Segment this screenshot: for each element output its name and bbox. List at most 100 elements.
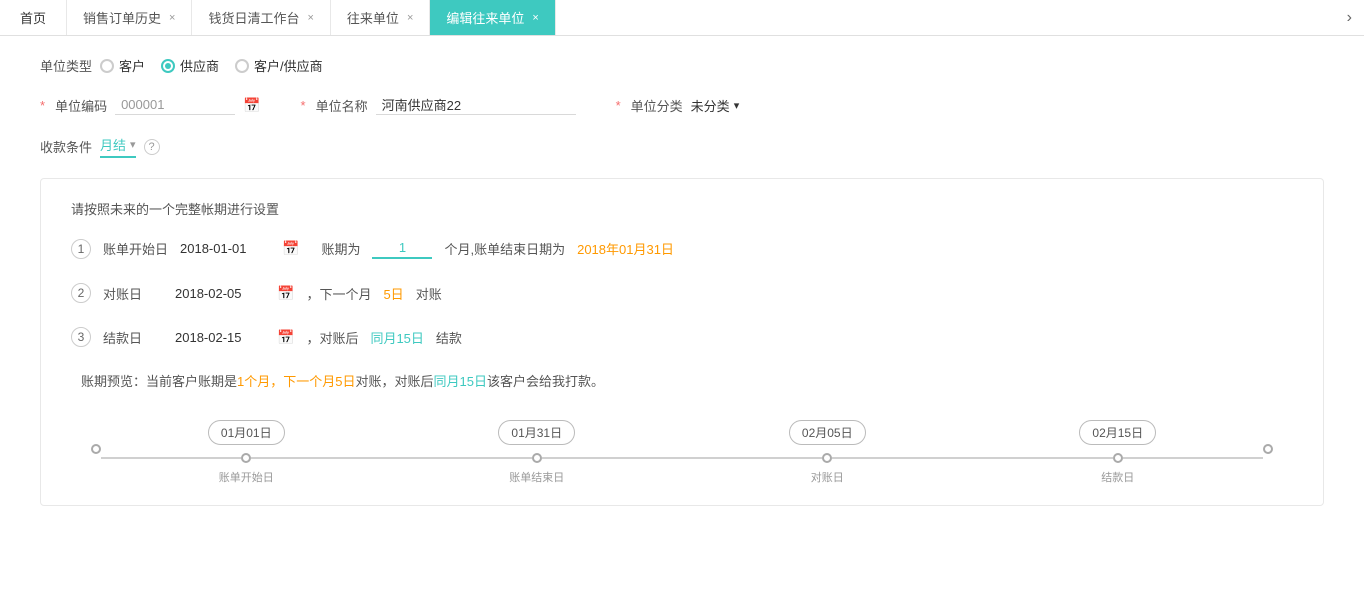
timeline-start-dot [91, 444, 101, 454]
help-icon[interactable]: ? [144, 139, 160, 155]
timeline-node-3: 02月05日 对账日 [682, 420, 973, 485]
tl-line-1 [101, 457, 241, 459]
timeline-node-4: 02月15日 结款日 [973, 420, 1264, 485]
timeline-node-2: 01月31日 账单结束日 [392, 420, 683, 485]
period-reconcile-label: 对账日 [103, 284, 163, 303]
unit-name-input[interactable] [376, 95, 576, 115]
timeline-badge-1: 01月01日 [208, 420, 285, 445]
preview-mid: 对账，对账后 [355, 374, 433, 389]
tl-line-2 [392, 457, 532, 459]
tab-more-button[interactable]: › [1335, 0, 1364, 35]
radio-customer-supplier-circle [235, 59, 249, 73]
tl-line-3 [682, 457, 822, 459]
payment-condition-arrow: ▾ [130, 138, 136, 151]
preview-part2: 下一个月5日 [283, 374, 355, 389]
period-row-num-3: 3 [71, 327, 91, 347]
unit-classify-arrow: ▾ [734, 99, 740, 112]
period-highlight-date: 2018年01月31日 [577, 239, 674, 258]
radio-supplier-circle [161, 59, 175, 73]
unit-type-label: 单位类型 [40, 56, 92, 75]
period-row-num-1: 1 [71, 239, 91, 259]
period-payment-highlight: 同月15日 [370, 328, 423, 347]
tab-partner[interactable]: 往来单位 × [331, 0, 430, 35]
timeline-label-2: 账单结束日 [509, 469, 564, 485]
timeline-label-1: 账单开始日 [219, 469, 274, 485]
period-start-label: 账单开始日 [103, 239, 168, 258]
timeline-badge-4: 02月15日 [1079, 420, 1156, 445]
tab-cash-work-close[interactable]: × [307, 12, 313, 24]
tab-sales-history-label: 销售订单历史 [83, 8, 161, 27]
tab-sales-history-close[interactable]: × [169, 12, 175, 24]
unit-name-required: * [301, 98, 306, 113]
tl-line-2b [542, 457, 682, 459]
period-start-calendar-icon[interactable]: 📅 [282, 240, 299, 257]
radio-customer-label: 客户 [119, 56, 145, 75]
period-title: 请按照未来的一个完整帐期进行设置 [71, 199, 1293, 218]
period-payment-calendar-icon[interactable]: 📅 [277, 329, 294, 346]
payment-condition-group: 收款条件 月结 ▾ ? [40, 135, 160, 158]
timeline-badge-2: 01月31日 [498, 420, 575, 445]
period-suffix: 个月,账单结束日期为 [444, 239, 565, 258]
radio-group: 客户 供应商 客户/供应商 [100, 56, 323, 75]
unit-classify-value: 未分类 [691, 96, 730, 115]
payment-condition-row: 收款条件 月结 ▾ ? [40, 135, 1324, 158]
radio-supplier[interactable]: 供应商 [161, 56, 219, 75]
tab-home[interactable]: 首页 [0, 0, 67, 35]
radio-customer-supplier-label: 客户/供应商 [254, 56, 323, 75]
tl-line-4b [1123, 457, 1263, 459]
timeline-segments: 01月01日 账单开始日 01月31日 [101, 420, 1263, 485]
payment-condition-label: 收款条件 [40, 137, 92, 156]
period-row-1: 1 账单开始日 2018-01-01 📅 账期为 个月,账单结束日期为 2018… [71, 238, 1293, 259]
period-payment-date: 2018-02-15 [175, 330, 265, 345]
tab-partner-label: 往来单位 [347, 8, 399, 27]
tab-edit-partner[interactable]: 编辑往来单位 × [430, 0, 555, 35]
tab-bar: 首页 销售订单历史 × 钱货日清工作台 × 往来单位 × 编辑往来单位 × › [0, 0, 1364, 36]
radio-customer[interactable]: 客户 [100, 56, 145, 75]
period-prefix: 账期为 [321, 239, 360, 258]
main-content: 单位类型 客户 供应商 客户/供应商 * 单位编码 [0, 36, 1364, 608]
unit-type-row: 单位类型 客户 供应商 客户/供应商 [40, 56, 1324, 75]
period-months-input[interactable] [372, 238, 432, 259]
period-payment-label: 结款日 [103, 328, 163, 347]
timeline-label-4: 结款日 [1101, 469, 1134, 485]
unit-code-calendar-icon[interactable]: 📅 [243, 97, 260, 114]
tab-partner-close[interactable]: × [407, 12, 413, 24]
period-payment-suffix: 结款 [436, 328, 462, 347]
timeline-dot-3 [822, 453, 832, 463]
unit-classify-dropdown[interactable]: 未分类 ▾ [691, 96, 740, 115]
timeline-dot-4 [1113, 453, 1123, 463]
tab-home-label: 首页 [20, 8, 46, 27]
preview-text: 账期预览：当前客户账期是1个月，下一个月5日对账，对账后同月15日该客户会给我打… [71, 371, 1293, 390]
radio-supplier-label: 供应商 [180, 56, 219, 75]
payment-condition-value: 月结 [100, 135, 126, 154]
unit-code-label: 单位编码 [55, 96, 107, 115]
unit-code-input[interactable] [115, 95, 235, 115]
timeline-wrapper: 01月01日 账单开始日 01月31日 [71, 420, 1293, 485]
unit-name-group: * 单位名称 [301, 95, 576, 115]
timeline-start [91, 420, 101, 454]
period-box: 请按照未来的一个完整帐期进行设置 1 账单开始日 2018-01-01 📅 账期… [40, 178, 1324, 506]
tab-cash-work-label: 钱货日清工作台 [208, 8, 299, 27]
unit-classify-label: 单位分类 [631, 96, 683, 115]
tab-edit-partner-close[interactable]: × [532, 12, 538, 24]
timeline-label-3: 对账日 [811, 469, 844, 485]
period-row-2: 2 对账日 2018-02-05 📅 ，下一个月5日 对账 [71, 283, 1293, 303]
period-reconcile-calendar-icon[interactable]: 📅 [277, 285, 294, 302]
tab-sales-history[interactable]: 销售订单历史 × [67, 0, 192, 35]
preview-part1: 1个月， [237, 374, 283, 389]
period-payment-middle: ，对账后 [306, 328, 358, 347]
tl-line-4 [973, 457, 1113, 459]
timeline-end-dot [1263, 444, 1273, 454]
tl-line-1b [251, 457, 391, 459]
code-name-row: * 单位编码 📅 * 单位名称 * 单位分类 未分类 ▾ [40, 95, 1324, 115]
payment-condition-select[interactable]: 月结 ▾ [100, 135, 136, 158]
timeline-node-1: 01月01日 账单开始日 [101, 420, 392, 485]
preview-end: 该客户会给我打款。 [487, 374, 604, 389]
unit-name-label: 单位名称 [316, 96, 368, 115]
unit-classify-group: * 单位分类 未分类 ▾ [616, 96, 740, 115]
radio-customer-circle [100, 59, 114, 73]
tab-cash-work[interactable]: 钱货日清工作台 × [192, 0, 330, 35]
radio-customer-supplier[interactable]: 客户/供应商 [235, 56, 323, 75]
period-reconcile-highlight: 5日 [383, 284, 403, 303]
tl-line-3b [832, 457, 972, 459]
